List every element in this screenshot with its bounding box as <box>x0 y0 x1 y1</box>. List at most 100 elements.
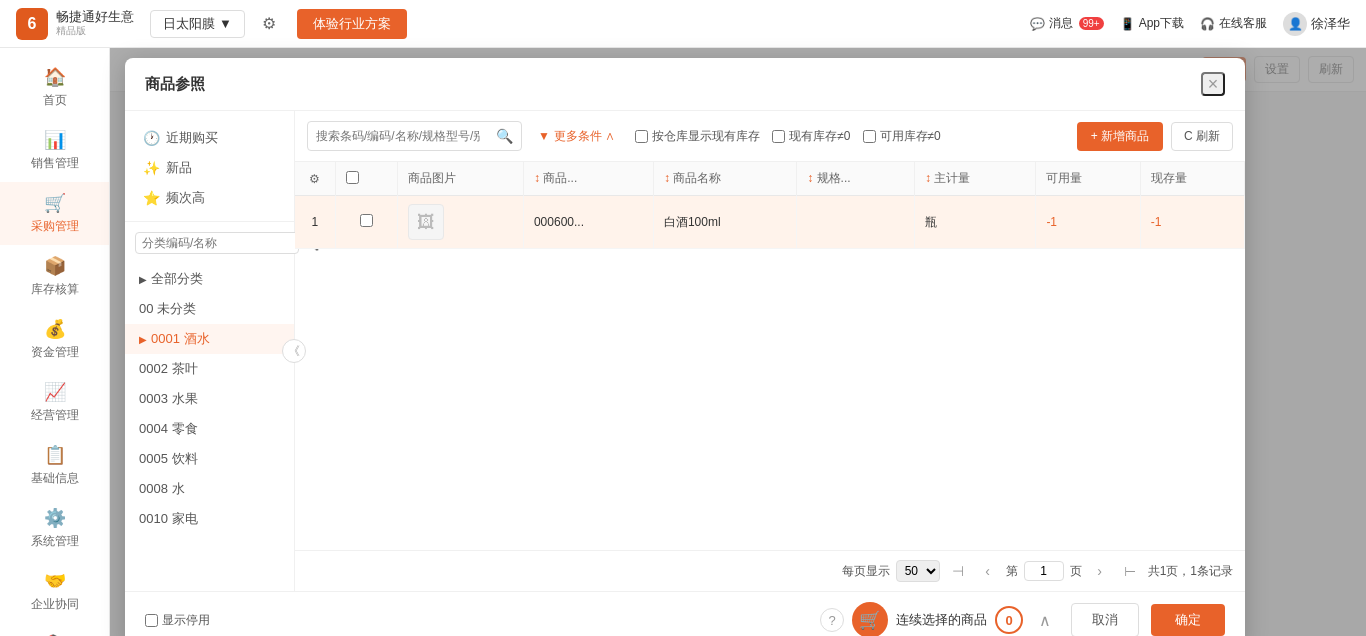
help-icon[interactable]: ? <box>820 608 844 632</box>
available-not-zero-checkbox-label[interactable]: 可用库存≠0 <box>863 128 941 145</box>
product-table-container: ⚙ 商品图片 <box>295 162 1245 550</box>
sidebar-item-sales[interactable]: 📊 销售管理 <box>0 119 109 182</box>
filter-checkboxes: 按仓库显示现有库存 现有库存≠0 可用库存≠0 <box>635 128 941 145</box>
col-unit[interactable]: ↕ 主计量 <box>915 162 1036 196</box>
sidebar-item-system[interactable]: ⚙️ 系统管理 <box>0 497 109 560</box>
category-search-area: 🔍 <box>125 226 294 260</box>
table-row[interactable]: 1 🖼 <box>295 196 1245 249</box>
sort-icon-spec: ↕ <box>807 171 813 185</box>
stock-not-zero-checkbox[interactable] <box>772 130 785 143</box>
recent-purchase-item[interactable]: 🕐 近期购买 <box>133 123 286 153</box>
cat-item-0005[interactable]: 0005 饮料 <box>125 444 294 474</box>
settings-icon[interactable]: ⚙ <box>253 8 285 40</box>
cancel-button[interactable]: 取消 <box>1071 603 1139 636</box>
sidebar-item-inventory[interactable]: 📦 库存核算 <box>0 245 109 308</box>
modal-close-button[interactable]: × <box>1201 72 1225 96</box>
cart-button[interactable]: 🛒 <box>852 602 888 636</box>
add-product-button[interactable]: + 新增商品 <box>1077 122 1163 151</box>
product-search-input[interactable] <box>308 129 488 143</box>
star-new-icon: ✨ <box>143 160 160 176</box>
select-all-checkbox[interactable] <box>346 171 359 184</box>
cart-label: 连续选择的商品 <box>896 611 987 629</box>
row-unit: 瓶 <box>915 196 1036 249</box>
cat-item-0001[interactable]: ▶ 0001 酒水 <box>125 324 294 354</box>
sidebar-item-guide[interactable]: 📚 新手引导 <box>0 623 109 636</box>
show-stock-checkbox-label[interactable]: 按仓库显示现有库存 <box>635 128 760 145</box>
messages-nav-item[interactable]: 💬 消息 99+ <box>1030 15 1104 32</box>
col-available: 可用量 <box>1036 162 1140 196</box>
avatar: 👤 <box>1283 12 1307 36</box>
col-name[interactable]: ↕ 商品名称 <box>653 162 796 196</box>
try-industry-button[interactable]: 体验行业方案 <box>297 9 407 39</box>
logo-sub: 精品版 <box>56 24 134 38</box>
sidebar-item-enterprise[interactable]: 🤝 企业协同 <box>0 560 109 623</box>
product-toolbar: 🔍 ▼ 更多条件 ∧ 按仓库显示现有库存 <box>295 111 1245 162</box>
messages-badge: 99+ <box>1079 17 1104 30</box>
modal-header: 商品参照 × <box>125 58 1245 111</box>
sidebar-item-purchase[interactable]: 🛒 采购管理 <box>0 182 109 245</box>
sidebar-item-basic-info[interactable]: 📋 基础信息 <box>0 434 109 497</box>
category-panel: 《 🕐 近期购买 ✨ 新品 ⭐ <box>125 111 295 591</box>
online-service-nav-item[interactable]: 🎧 在线客服 <box>1200 15 1267 32</box>
collapse-panel-button[interactable]: 《 <box>282 339 306 363</box>
available-not-zero-checkbox[interactable] <box>863 130 876 143</box>
page-size-select[interactable]: 50 <box>896 560 940 582</box>
inventory-icon: 📦 <box>44 255 66 277</box>
page-next-button[interactable]: › <box>1088 559 1112 583</box>
col-spec[interactable]: ↕ 规格... <box>797 162 915 196</box>
cat-item-00[interactable]: 00 未分类 <box>125 294 294 324</box>
modal-title: 商品参照 <box>145 75 205 94</box>
username: 徐泽华 <box>1311 15 1350 33</box>
clock-icon: 🕐 <box>143 130 160 146</box>
expand-button[interactable]: ∧ <box>1031 606 1059 634</box>
arrow-icon: ▶ <box>139 274 147 285</box>
page-last-button[interactable]: ⊢ <box>1118 559 1142 583</box>
enterprise-icon: 🤝 <box>44 570 66 592</box>
headset-icon: 🎧 <box>1200 17 1215 31</box>
category-search-input[interactable] <box>135 232 299 254</box>
row-spec <box>797 196 915 249</box>
product-search-button[interactable]: 🔍 <box>488 128 521 144</box>
cat-item-0004[interactable]: 0004 零食 <box>125 414 294 444</box>
cat-item-0008[interactable]: 0008 水 <box>125 474 294 504</box>
branch-selector[interactable]: 日太阳膜 ▼ <box>150 10 245 38</box>
star-freq-icon: ⭐ <box>143 190 160 206</box>
display-disabled-checkbox[interactable] <box>145 614 158 627</box>
new-product-item[interactable]: ✨ 新品 <box>133 153 286 183</box>
category-list: ▶ 全部分类 00 未分类 ▶ 0001 酒水 0002 茶 <box>125 260 294 583</box>
confirm-button[interactable]: 确定 <box>1151 604 1225 636</box>
home-icon: 🏠 <box>44 66 66 88</box>
row-name: 白酒100ml <box>653 196 796 249</box>
more-filter-button[interactable]: ▼ 更多条件 ∧ <box>530 124 623 149</box>
divider <box>125 221 294 222</box>
system-icon: ⚙️ <box>44 507 66 529</box>
row-image-cell: 🖼 <box>397 196 523 249</box>
display-disabled-label[interactable]: 显示停用 <box>145 612 210 629</box>
logo-text: 畅捷通好生意 <box>56 9 134 25</box>
row-index: 1 <box>295 196 335 249</box>
cat-item-0002[interactable]: 0002 茶叶 <box>125 354 294 384</box>
stock-not-zero-checkbox-label[interactable]: 现有库存≠0 <box>772 128 850 145</box>
col-code[interactable]: ↕ 商品... <box>523 162 653 196</box>
show-stock-checkbox[interactable] <box>635 130 648 143</box>
frequent-item[interactable]: ⭐ 频次高 <box>133 183 286 213</box>
pagination: 每页显示 50 ⊣ ‹ 第 页 › ⊢ 共1页，1条记录 <box>295 550 1245 591</box>
page-number-input[interactable] <box>1024 561 1064 581</box>
refresh-button[interactable]: C 刷新 <box>1171 122 1233 151</box>
app-download-nav-item[interactable]: 📱 App下载 <box>1120 15 1184 32</box>
filter-icon: ▼ <box>538 129 550 143</box>
page-first-button[interactable]: ⊣ <box>946 559 970 583</box>
cat-item-0010[interactable]: 0010 家电 <box>125 504 294 534</box>
page-prev-button[interactable]: ‹ <box>976 559 1000 583</box>
cat-item-all[interactable]: ▶ 全部分类 <box>125 264 294 294</box>
modal-body: 《 🕐 近期购买 ✨ 新品 ⭐ <box>125 111 1245 591</box>
row-available: -1 <box>1036 196 1140 249</box>
cat-item-0003[interactable]: 0003 水果 <box>125 384 294 414</box>
sidebar-item-home[interactable]: 🏠 首页 <box>0 56 109 119</box>
sidebar-item-operations[interactable]: 📈 经营管理 <box>0 371 109 434</box>
user-profile[interactable]: 👤 徐泽华 <box>1283 12 1350 36</box>
sidebar-item-finance[interactable]: 💰 资金管理 <box>0 308 109 371</box>
message-icon: 💬 <box>1030 17 1045 31</box>
row-checkbox[interactable] <box>360 214 373 227</box>
settings-col-icon[interactable]: ⚙ <box>309 172 320 186</box>
